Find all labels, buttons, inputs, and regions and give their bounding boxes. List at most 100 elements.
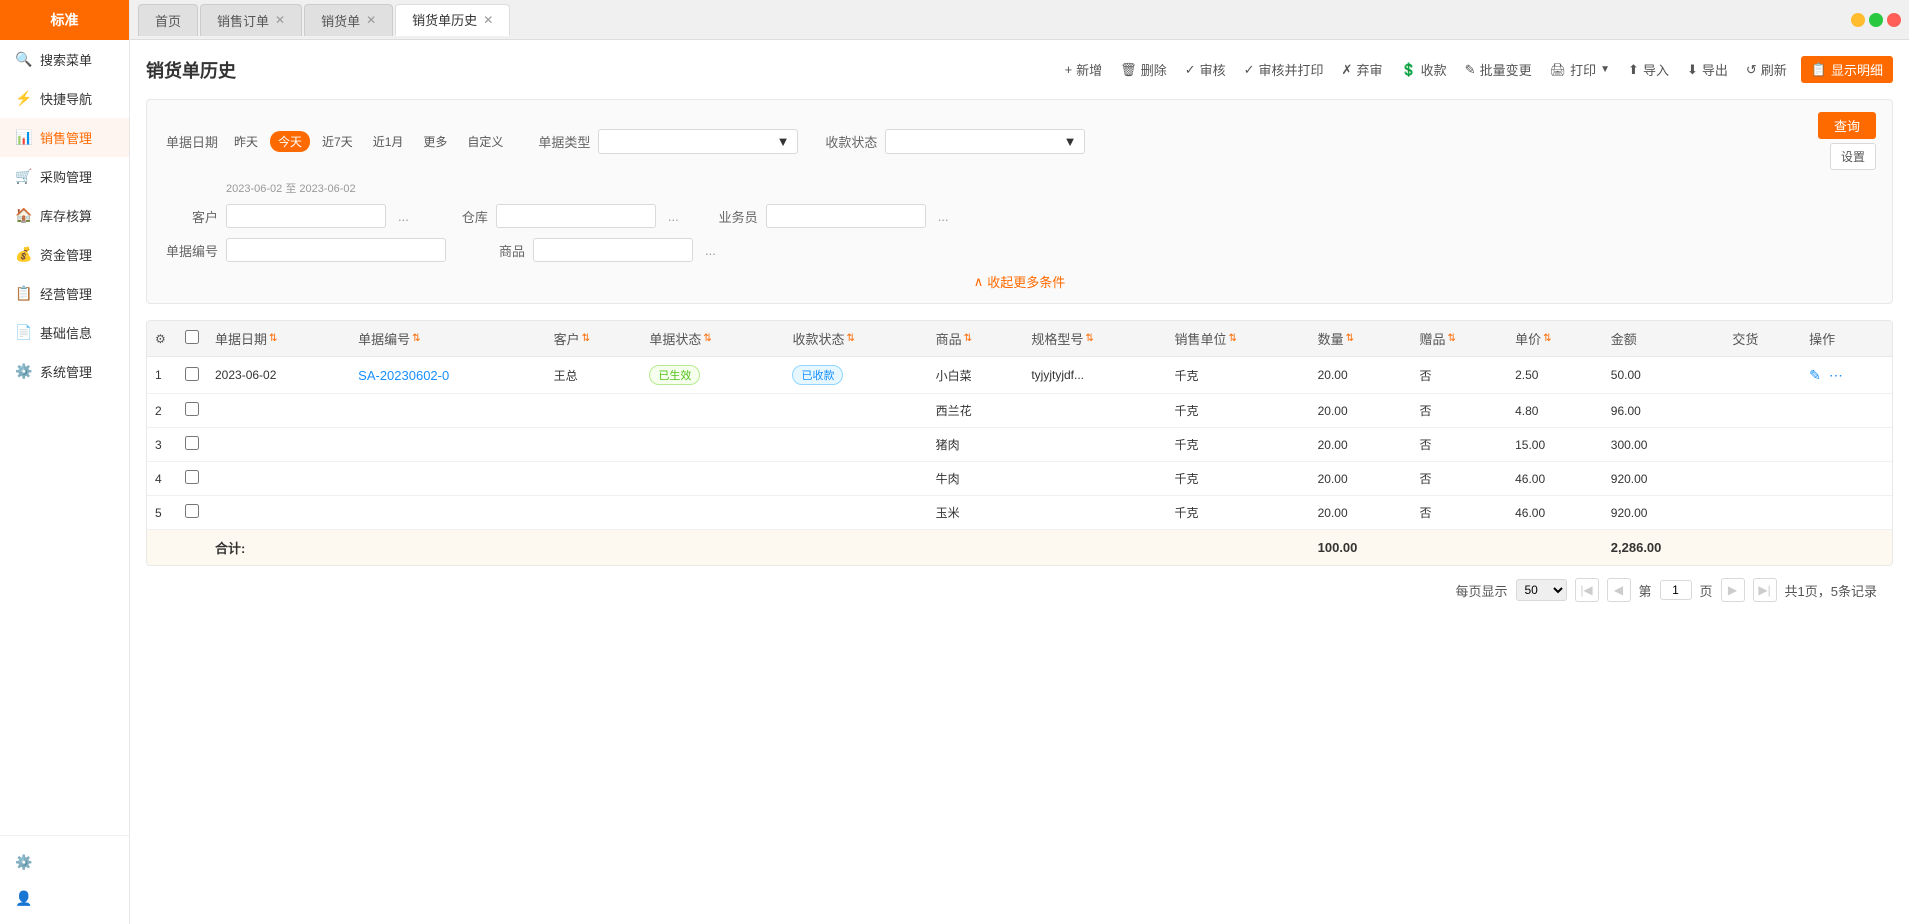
row-checkbox[interactable]: [185, 402, 199, 416]
collapse-btn[interactable]: ∧ 收起更多条件: [163, 272, 1876, 291]
th-goods[interactable]: 商品⇅: [928, 321, 1024, 357]
th-gift[interactable]: 赠品⇅: [1411, 321, 1507, 357]
print-button[interactable]: 🖨 打印 ▼: [1546, 57, 1614, 82]
query-button[interactable]: 查询: [1818, 112, 1876, 139]
th-doc-status[interactable]: 单据状态⇅: [641, 321, 784, 357]
date-tag-more[interactable]: 更多: [415, 131, 455, 152]
tab-sales-history-close[interactable]: ✕: [483, 13, 493, 27]
per-page-label: 每页显示: [1455, 581, 1507, 600]
tab-sales-goods[interactable]: 销货单 ✕: [304, 4, 393, 36]
date-tag-custom[interactable]: 自定义: [459, 131, 511, 152]
sidebar-item-search-menu[interactable]: 🔍 搜索菜单: [0, 40, 129, 79]
goods-input[interactable]: [533, 238, 693, 262]
tab-home[interactable]: 首页: [138, 4, 198, 36]
delete-button[interactable]: 🗑 删除: [1116, 57, 1171, 82]
tab-sales-history[interactable]: 销货单历史 ✕: [395, 4, 510, 36]
doc-no-input[interactable]: [226, 238, 446, 262]
date-tag-1month[interactable]: 近1月: [365, 131, 412, 152]
collect-button[interactable]: 💲 收款: [1396, 57, 1450, 82]
cell-unit: 千克: [1166, 428, 1309, 462]
collect-label: 收款: [1421, 60, 1447, 79]
date-tag-7days[interactable]: 近7天: [314, 131, 361, 152]
sidebar-bottom-settings[interactable]: ⚙️: [0, 844, 129, 880]
per-page-select[interactable]: 50 10 20 100: [1516, 579, 1567, 601]
th-spec[interactable]: 规格型号⇅: [1023, 321, 1166, 357]
pay-status-select[interactable]: ▼: [885, 129, 1085, 154]
customer-input[interactable]: [226, 204, 386, 228]
sidebar-bottom-user[interactable]: 👤: [0, 880, 129, 916]
date-tag-yesterday[interactable]: 昨天: [226, 131, 266, 152]
refresh-button[interactable]: ↺ 刷新: [1742, 57, 1791, 82]
filter-doc-type: 单据类型 ▼: [535, 129, 798, 154]
prev-page-button[interactable]: ◀: [1607, 578, 1631, 602]
cell-spec: [1023, 496, 1166, 530]
export-button[interactable]: ⬇ 导出: [1683, 57, 1732, 82]
edit-op[interactable]: ✎: [1809, 367, 1821, 384]
tab-sales-order-close[interactable]: ✕: [275, 13, 285, 27]
sidebar-item-system[interactable]: ⚙️ 系统管理: [0, 352, 129, 391]
row-checkbox[interactable]: [185, 470, 199, 484]
staff-input[interactable]: [766, 204, 926, 228]
row-checkbox[interactable]: [185, 504, 199, 518]
th-doc-date[interactable]: 单据日期⇅: [207, 321, 350, 357]
close-button[interactable]: [1887, 13, 1901, 27]
doc-type-select[interactable]: ▼: [598, 129, 798, 154]
th-unit[interactable]: 销售单位⇅: [1166, 321, 1309, 357]
import-button[interactable]: ⬆ 导入: [1624, 57, 1673, 82]
select-all-checkbox[interactable]: [185, 330, 199, 344]
cell-price: 15.00: [1507, 428, 1603, 462]
goods-dots[interactable]: ...: [705, 243, 716, 258]
table-body: 1 2023-06-02 SA-20230602-0 王总 已生效 已收款 小白…: [147, 357, 1892, 530]
first-page-button[interactable]: |◀: [1575, 578, 1599, 602]
th-doc-no[interactable]: 单据编号⇅: [350, 321, 546, 357]
warehouse-dots[interactable]: ...: [668, 209, 679, 224]
batch-change-button[interactable]: ✎ 批量变更: [1461, 57, 1536, 82]
th-price[interactable]: 单价⇅: [1507, 321, 1603, 357]
cell-goods: 猪肉: [928, 428, 1024, 462]
sidebar-item-finance[interactable]: 💰 资金管理: [0, 235, 129, 274]
summary-empty: [1724, 530, 1892, 566]
sidebar-item-operations[interactable]: 📋 经营管理: [0, 274, 129, 313]
th-pay-status[interactable]: 收款状态⇅: [784, 321, 927, 357]
add-button[interactable]: + 新增: [1061, 57, 1107, 82]
last-page-button[interactable]: ▶|: [1753, 578, 1777, 602]
customer-dots[interactable]: ...: [398, 209, 409, 224]
row-checkbox[interactable]: [185, 436, 199, 450]
sidebar-item-quick-nav[interactable]: ⚡ 快捷导航: [0, 79, 129, 118]
audit-button[interactable]: ✓ 审核: [1181, 57, 1230, 82]
tab-sales-order[interactable]: 销售订单 ✕: [200, 4, 302, 36]
sidebar-item-inventory[interactable]: 🏠 库存核算: [0, 196, 129, 235]
staff-dots[interactable]: ...: [938, 209, 949, 224]
more-op[interactable]: ⋯: [1829, 367, 1843, 384]
cell-checkbox: [177, 394, 207, 428]
date-tag-today[interactable]: 今天: [270, 131, 310, 152]
th-qty[interactable]: 数量⇅: [1310, 321, 1412, 357]
sidebar-item-basic-info[interactable]: 📄 基础信息: [0, 313, 129, 352]
th-settings[interactable]: ⚙: [147, 321, 177, 357]
sidebar-item-sales-mgmt[interactable]: 📊 销售管理: [0, 118, 129, 157]
page-number-input[interactable]: [1660, 580, 1692, 600]
audit-print-button[interactable]: ✓ 审核并打印: [1240, 57, 1328, 82]
row-checkbox[interactable]: [185, 367, 199, 381]
import-icon: ⬆: [1628, 62, 1639, 78]
pay-status-badge: 已收款: [792, 365, 843, 385]
minimize-button[interactable]: [1851, 13, 1865, 27]
maximize-button[interactable]: [1869, 13, 1883, 27]
filter-settings-button[interactable]: 设置: [1830, 143, 1876, 170]
cell-doc-status: 已生效: [641, 357, 784, 394]
th-price-label: 单价: [1515, 329, 1541, 348]
tab-sales-goods-close[interactable]: ✕: [366, 13, 376, 27]
doc-type-label: 单据类型: [535, 132, 590, 151]
sidebar-item-label: 资金管理: [40, 245, 92, 264]
show-detail-button[interactable]: 📋 显示明细: [1801, 56, 1893, 83]
doc-no-link[interactable]: SA-20230602-0: [358, 368, 449, 383]
next-page-button[interactable]: ▶: [1721, 578, 1745, 602]
abandon-button[interactable]: ✗ 弃审: [1338, 57, 1387, 82]
cell-amount: 300.00: [1603, 428, 1725, 462]
goods-label: 商品: [470, 241, 525, 260]
cell-customer: [546, 428, 642, 462]
cell-doc-date: [207, 428, 350, 462]
sidebar-item-purchase-mgmt[interactable]: 🛒 采购管理: [0, 157, 129, 196]
warehouse-input[interactable]: [496, 204, 656, 228]
th-customer[interactable]: 客户⇅: [546, 321, 642, 357]
